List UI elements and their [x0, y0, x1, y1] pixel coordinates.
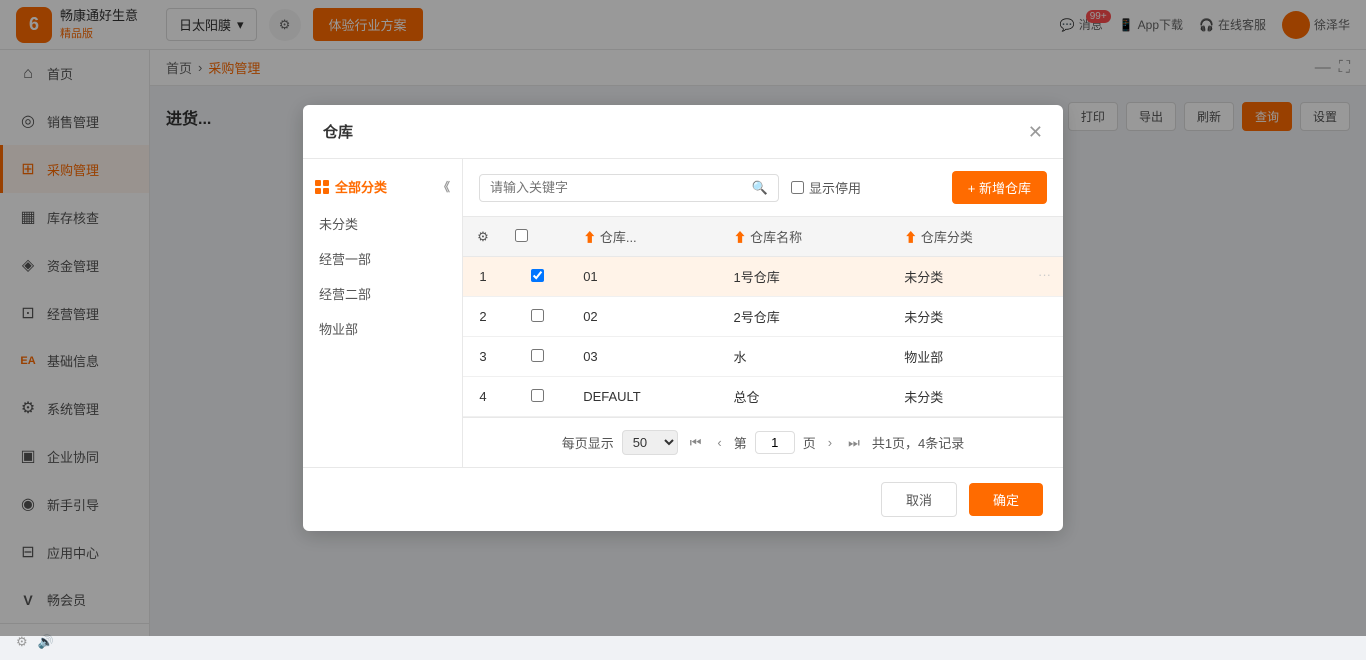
- next-page-button[interactable]: ›: [824, 433, 836, 452]
- confirm-button[interactable]: 确定: [969, 483, 1043, 516]
- th-name[interactable]: ⬆ 仓库名称: [722, 217, 893, 257]
- gear-icon: ⚙: [477, 229, 489, 244]
- td-name: 1号仓库: [722, 257, 893, 297]
- td-num: 3: [463, 337, 503, 377]
- row-checkbox[interactable]: [531, 269, 544, 282]
- table-row: 2 02 2号仓库 未分类: [463, 297, 1063, 337]
- sort-icon: ⬆: [583, 230, 596, 245]
- td-category: 未分类: [892, 297, 1063, 337]
- td-name: 总仓: [722, 377, 893, 417]
- table-row: 4 DEFAULT 总仓 未分类: [463, 377, 1063, 417]
- table-header-row: ⚙ ⬆ 仓库... ⬆ 仓库名称: [463, 217, 1063, 257]
- row-checkbox[interactable]: [531, 349, 544, 362]
- category-item-ops2[interactable]: 经营二部: [303, 276, 462, 311]
- per-page-select[interactable]: 50 20 100: [622, 430, 678, 455]
- td-category: 未分类: [892, 377, 1063, 417]
- show-disabled-checkbox[interactable]: 显示停用: [791, 178, 861, 197]
- modal-header: 仓库 ✕: [303, 105, 1063, 159]
- td-num: 1: [463, 257, 503, 297]
- show-disabled-label: 显示停用: [809, 178, 861, 197]
- sort-icon-name: ⬆: [734, 230, 747, 245]
- category-item-ops1[interactable]: 经营一部: [303, 241, 462, 276]
- modal-toolbar: 🔍 显示停用 + 新增仓库: [463, 159, 1063, 217]
- first-page-button[interactable]: ⏮: [686, 433, 706, 453]
- prev-page-button[interactable]: ‹: [713, 433, 725, 452]
- row-checkbox[interactable]: [531, 309, 544, 322]
- speaker-icon[interactable]: 🔊: [38, 634, 54, 650]
- td-code: 03: [571, 337, 721, 377]
- new-warehouse-button[interactable]: + 新增仓库: [952, 171, 1047, 204]
- warehouse-modal: 仓库 ✕ 全部分类 《 未分类 经营一部 经: [303, 105, 1063, 531]
- table-row: 1 01 1号仓库 未分类···: [463, 257, 1063, 297]
- th-category[interactable]: ⬆ 仓库分类: [892, 217, 1063, 257]
- search-input[interactable]: [490, 180, 752, 195]
- th-checkbox: [503, 217, 571, 257]
- modal-category-sidebar: 全部分类 《 未分类 经营一部 经营二部 物业部: [303, 159, 463, 467]
- modal-category-header: 全部分类 《: [303, 171, 462, 206]
- modal-table: ⚙ ⬆ 仓库... ⬆ 仓库名称: [463, 217, 1063, 417]
- sort-icon-category: ⬆: [904, 230, 917, 245]
- warehouse-table: ⚙ ⬆ 仓库... ⬆ 仓库名称: [463, 217, 1063, 417]
- td-checkbox: [503, 257, 571, 297]
- per-page-label: 每页显示: [562, 433, 614, 452]
- table-body: 1 01 1号仓库 未分类··· 2 02 2号仓库 未分类 3 03 水 物业…: [463, 257, 1063, 417]
- pagination: 每页显示 50 20 100 ⏮ ‹ 第 页 › ⏭ 共1页，4条记录: [463, 417, 1063, 467]
- td-category: 未分类···: [892, 257, 1063, 297]
- th-settings: ⚙: [463, 217, 503, 257]
- modal-title: 仓库: [323, 121, 353, 142]
- search-icon[interactable]: 🔍: [752, 180, 768, 196]
- td-checkbox: [503, 337, 571, 377]
- page-label: 第: [734, 433, 747, 452]
- collapse-sidebar-button[interactable]: 《: [438, 178, 450, 195]
- last-page-button[interactable]: ⏭: [844, 433, 864, 453]
- category-item-property[interactable]: 物业部: [303, 311, 462, 346]
- row-checkbox[interactable]: [531, 389, 544, 402]
- td-num: 2: [463, 297, 503, 337]
- modal-main-content: 🔍 显示停用 + 新增仓库 ⚙: [463, 159, 1063, 467]
- td-code: DEFAULT: [571, 377, 721, 417]
- show-disabled-check[interactable]: [791, 181, 804, 194]
- page-unit: 页: [803, 433, 816, 452]
- td-checkbox: [503, 377, 571, 417]
- modal-overlay: 仓库 ✕ 全部分类 《 未分类 经营一部 经: [0, 0, 1366, 636]
- page-input[interactable]: [755, 431, 795, 454]
- total-info: 共1页，4条记录: [872, 433, 964, 452]
- td-code: 02: [571, 297, 721, 337]
- all-categories-label[interactable]: 全部分类: [335, 177, 387, 196]
- cancel-button[interactable]: 取消: [881, 482, 957, 517]
- th-code[interactable]: ⬆ 仓库...: [571, 217, 721, 257]
- td-code: 01: [571, 257, 721, 297]
- td-category: 物业部: [892, 337, 1063, 377]
- row-action-icon[interactable]: ···: [1038, 267, 1051, 282]
- modal-close-button[interactable]: ✕: [1028, 123, 1043, 141]
- select-all-checkbox[interactable]: [515, 229, 528, 242]
- td-num: 4: [463, 377, 503, 417]
- grid-icon: [315, 180, 329, 194]
- search-box: 🔍: [479, 174, 779, 202]
- settings-small-icon[interactable]: ⚙: [16, 634, 28, 650]
- category-item-unclassified[interactable]: 未分类: [303, 206, 462, 241]
- modal-body: 全部分类 《 未分类 经营一部 经营二部 物业部 🔍: [303, 159, 1063, 467]
- modal-footer: 取消 确定: [303, 467, 1063, 531]
- td-checkbox: [503, 297, 571, 337]
- td-name: 水: [722, 337, 893, 377]
- td-name: 2号仓库: [722, 297, 893, 337]
- table-row: 3 03 水 物业部: [463, 337, 1063, 377]
